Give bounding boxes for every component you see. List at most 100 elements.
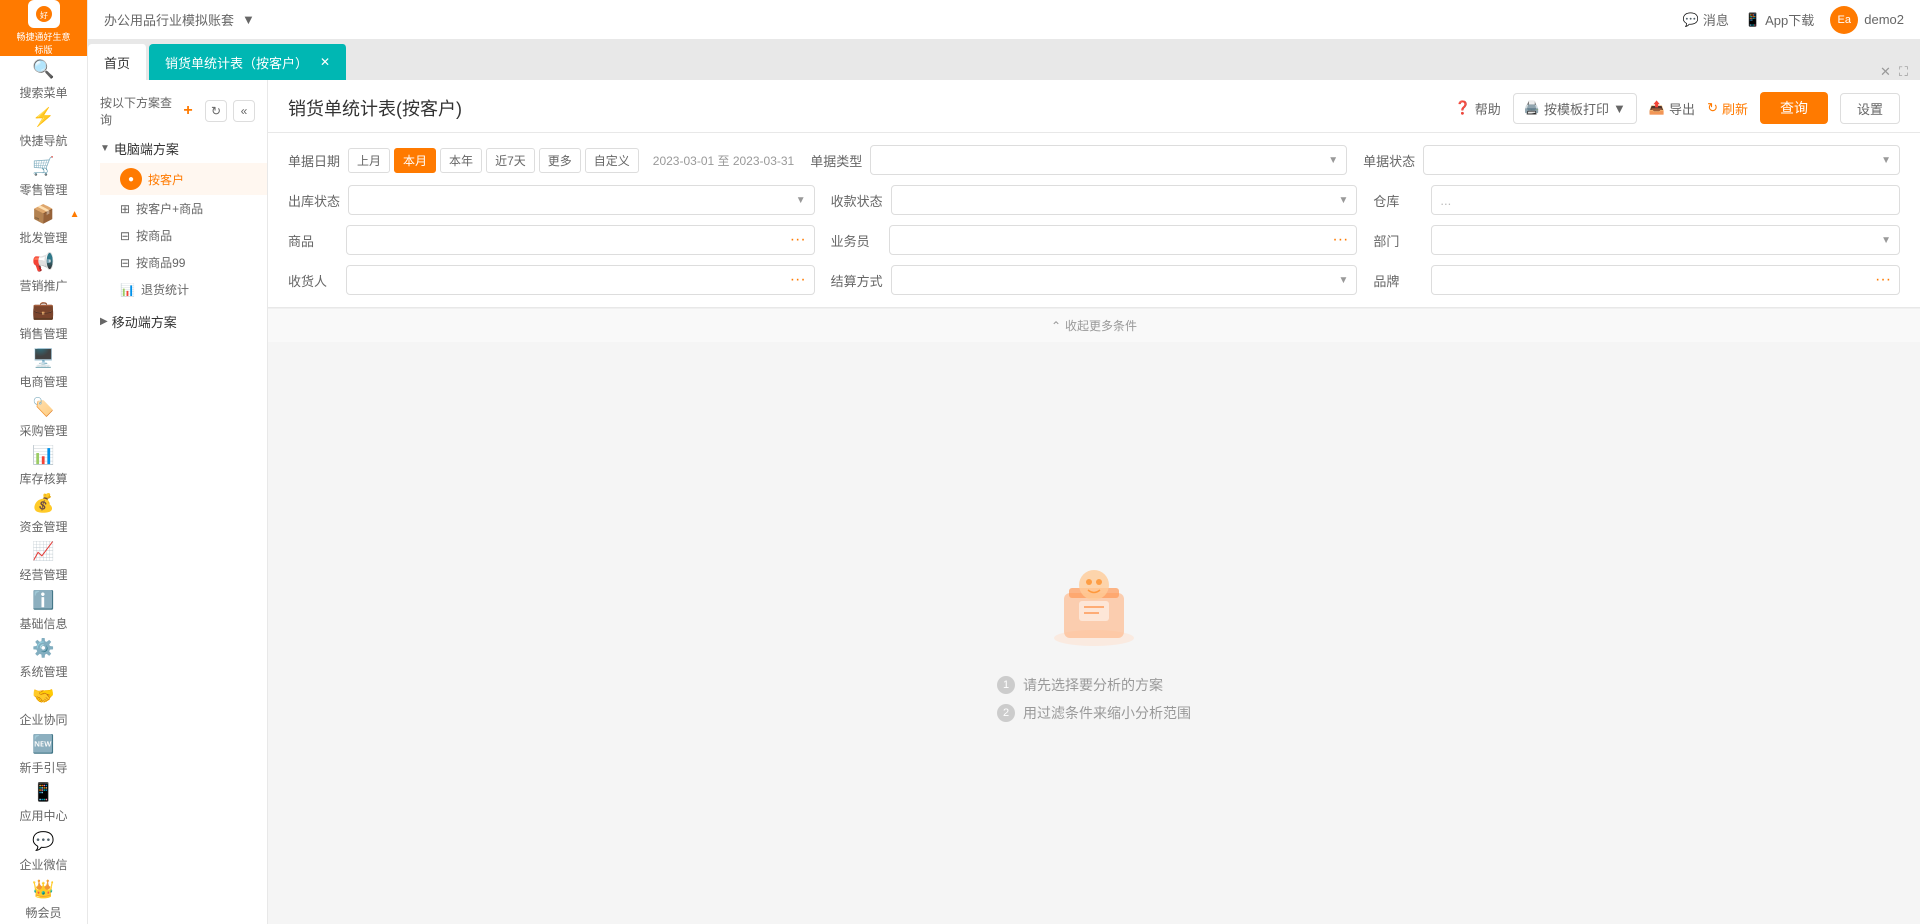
doc-status-input[interactable]: ▼ [1423, 145, 1900, 175]
warehouse-input[interactable]: ... [1431, 185, 1900, 215]
goods-icon: ⊟ [120, 229, 130, 243]
tab-home-label: 首页 [104, 53, 130, 72]
collapse-up-icon: ⌃ [1051, 319, 1061, 333]
tree-category-pc[interactable]: ▼ 电脑端方案 [88, 134, 267, 163]
empty-state: 1 请先选择要分析的方案 2 用过滤条件来缩小分析范围 [268, 342, 1920, 924]
tab-close-icon[interactable]: ✕ [320, 55, 330, 69]
sidebar-label-quick-nav: 快捷导航 [19, 132, 67, 149]
sidebar-item-member[interactable]: 👑 畅会员 [0, 876, 88, 924]
tab-home[interactable]: 首页 [88, 44, 147, 80]
filter-staff-field: 业务员 ··· [831, 225, 1358, 255]
date-btn-custom[interactable]: 自定义 [585, 148, 639, 173]
page-content: 按以下方案查询 + ↻ « ▼ 电脑端方案 ● 按客户 [88, 80, 1920, 924]
tree-item-by-goods[interactable]: ⊟ 按商品 [100, 222, 267, 249]
app-logo[interactable]: 好 畅捷通好生意 标版 [0, 0, 88, 56]
settings-button[interactable]: 设置 [1840, 93, 1900, 124]
goods-label: 商品 [288, 231, 338, 250]
tree-item-customer-goods[interactable]: ⊞ 按客户+商品 [100, 195, 267, 222]
hint-number-1: 1 [997, 676, 1015, 694]
collapse-panel-btn[interactable]: « [233, 100, 255, 122]
add-plan-btn[interactable]: + [177, 100, 199, 122]
breadcrumb-dropdown-icon[interactable]: ▼ [242, 12, 255, 27]
sidebar-item-finance[interactable]: 💰 资金管理 [0, 490, 88, 538]
recipient-dots-icon[interactable]: ··· [790, 271, 806, 289]
date-btn-this-month[interactable]: 本月 [394, 148, 436, 173]
sidebar-item-system[interactable]: ⚙️ 系统管理 [0, 635, 88, 683]
query-button[interactable]: 查询 [1760, 92, 1828, 124]
sidebar-item-sales[interactable]: 💼 销售管理 [0, 297, 88, 345]
header-right: 💬 消息 📱 App下载 Ea demo2 [1683, 6, 1904, 34]
settlement-input[interactable]: ▼ [891, 265, 1358, 295]
sidebar-item-app-center[interactable]: 📱 应用中心 [0, 779, 88, 827]
help-btn[interactable]: ❓ 帮助 [1455, 99, 1501, 118]
staff-label: 业务员 [831, 231, 881, 250]
sidebar-label-ecommerce: 电商管理 [19, 373, 67, 390]
recipient-input[interactable]: ··· [346, 265, 815, 295]
sidebar-item-search-menu[interactable]: 🔍 搜索菜单 [0, 56, 88, 104]
date-btn-last-7-days[interactable]: 近7天 [486, 148, 535, 173]
out-status-arrow: ▼ [796, 195, 806, 206]
maximize-window-icon[interactable]: ⛶ [1899, 64, 1908, 80]
filter-brand-field: 品牌 ··· [1373, 265, 1900, 295]
collapse-bar[interactable]: ⌃ 收起更多条件 [268, 308, 1920, 342]
tab-sales-stat[interactable]: 销货单统计表（按客户） ✕ [149, 44, 347, 80]
filter-row-3: 商品 ··· 业务员 ··· 部门 [288, 225, 1900, 255]
print-icon: 🖨️ [1524, 100, 1540, 116]
user-name: demo2 [1864, 12, 1904, 27]
sidebar-item-cooperation[interactable]: 🤝 企业协同 [0, 683, 88, 731]
sidebar-item-wholesale[interactable]: 📦 批发管理 ▲ [0, 201, 88, 249]
sidebar-item-newbie[interactable]: 🆕 新手引导 [0, 731, 88, 779]
message-btn[interactable]: 💬 消息 [1683, 10, 1729, 29]
user-menu-btn[interactable]: Ea demo2 [1830, 6, 1904, 34]
left-panel-title: 按以下方案查询 [100, 94, 177, 128]
app-download-btn[interactable]: 📱 App下载 [1745, 10, 1814, 29]
filter-date-field: 单据日期 上月 本月 本年 近7天 更多 自定义 2023-03-01 至 20… [288, 148, 794, 173]
tab-bar: 首页 销货单统计表（按客户） ✕ ✕ ⛶ [88, 40, 1920, 80]
tree-category-mobile[interactable]: ▶ 移动端方案 [88, 307, 267, 336]
sidebar-item-ecommerce[interactable]: 🖥️ 电商管理 [0, 345, 88, 393]
goods-dots-icon[interactable]: ··· [790, 231, 806, 249]
customer-active-dot: ● [120, 168, 142, 190]
export-btn[interactable]: 📤 导出 [1649, 99, 1695, 118]
tree-item-goods99[interactable]: ⊟ 按商品99 [100, 249, 267, 276]
left-panel-actions: + ↻ « [177, 100, 255, 122]
sidebar-item-basic-info[interactable]: ℹ️ 基础信息 [0, 586, 88, 634]
sidebar-label-marketing: 营销推广 [19, 277, 67, 294]
dept-input[interactable]: ▼ [1431, 225, 1900, 255]
sidebar-item-marketing[interactable]: 📢 营销推广 [0, 249, 88, 297]
brand-input[interactable]: ··· [1431, 265, 1900, 295]
tree-item-return-stat[interactable]: 📊 退货统计 [100, 276, 267, 303]
search-menu-icon: 🔍 [32, 59, 54, 80]
template-print-btn[interactable]: 🖨️ 按模板打印 ▼ [1513, 93, 1637, 124]
svg-text:好: 好 [40, 10, 48, 20]
title-actions: ❓ 帮助 🖨️ 按模板打印 ▼ 📤 导出 ↻ 刷新 [1455, 92, 1900, 124]
doc-type-input[interactable]: ▼ [870, 145, 1347, 175]
doc-status-label: 单据状态 [1363, 151, 1415, 170]
sidebar-item-wechat[interactable]: 💬 企业微信 [0, 828, 88, 876]
sidebar-item-operations[interactable]: 📈 经营管理 [0, 538, 88, 586]
sidebar-item-inventory[interactable]: 📊 库存核算 [0, 442, 88, 490]
date-btn-this-year[interactable]: 本年 [440, 148, 482, 173]
sidebar-item-retail[interactable]: 🛒 零售管理 [0, 152, 88, 200]
tree-item-by-customer[interactable]: ● 按客户 [100, 163, 267, 195]
out-status-input[interactable]: ▼ [348, 185, 815, 215]
refresh-btn[interactable]: ↻ 刷新 [1707, 99, 1748, 118]
empty-hints: 1 请先选择要分析的方案 2 用过滤条件来缩小分析范围 [997, 675, 1191, 723]
page-title-bar: 销货单统计表(按客户) ❓ 帮助 🖨️ 按模板打印 ▼ 📤 导出 [268, 80, 1920, 133]
filter-settlement-field: 结算方式 ▼ [831, 265, 1358, 295]
filter-out-status-field: 出库状态 ▼ [288, 185, 815, 215]
staff-dots-icon[interactable]: ··· [1332, 231, 1348, 249]
wholesale-icon: 📦 [32, 204, 54, 225]
wholesale-expand-icon: ▲ [70, 209, 80, 220]
staff-input[interactable]: ··· [889, 225, 1358, 255]
date-btn-last-month[interactable]: 上月 [348, 148, 390, 173]
refresh-plan-btn[interactable]: ↻ [205, 100, 227, 122]
app-download-icon: 📱 [1745, 12, 1761, 28]
goods-input[interactable]: ··· [346, 225, 815, 255]
sidebar-item-quick-nav[interactable]: ⚡ 快捷导航 [0, 104, 88, 152]
close-window-icon[interactable]: ✕ [1880, 64, 1891, 80]
sidebar-item-purchase[interactable]: 🏷️ 采购管理 [0, 394, 88, 442]
brand-dots-icon[interactable]: ··· [1875, 271, 1891, 289]
receipt-status-input[interactable]: ▼ [891, 185, 1358, 215]
date-btn-more[interactable]: 更多 [539, 148, 581, 173]
